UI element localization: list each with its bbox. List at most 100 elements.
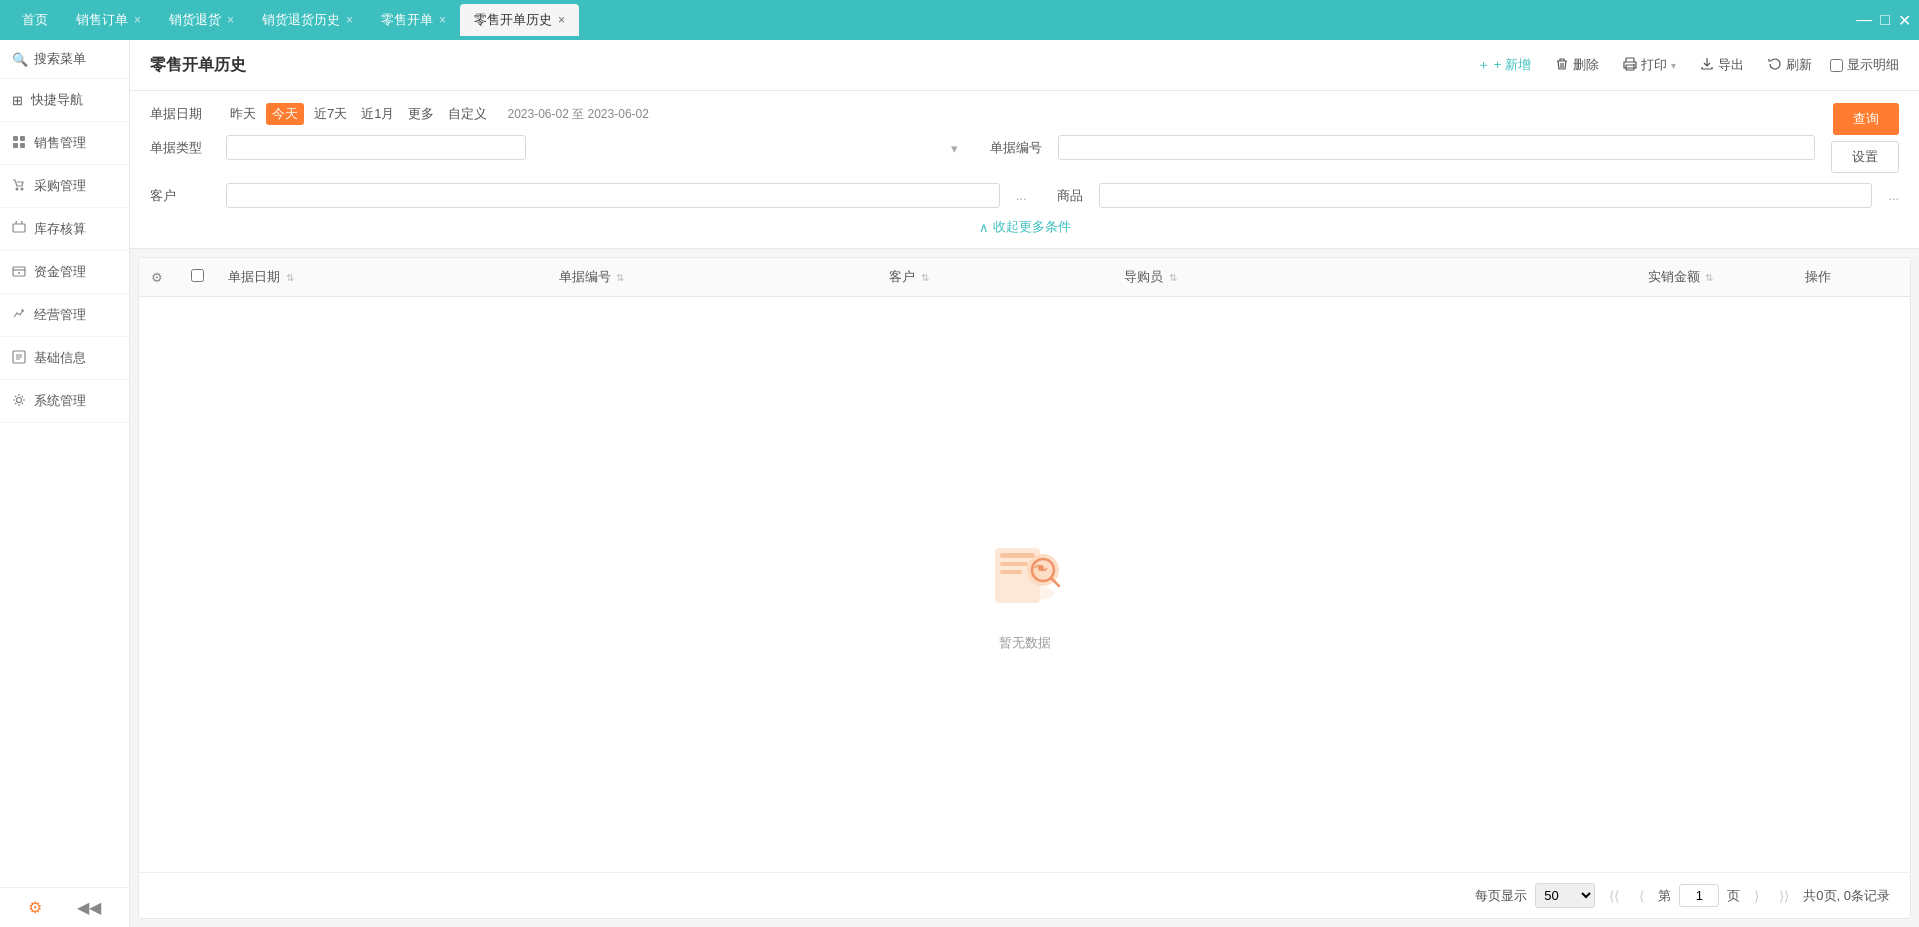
doc-no-input[interactable] <box>1058 135 1816 160</box>
add-icon: ＋ <box>1477 56 1490 74</box>
total-info: 共0页, 0条记录 <box>1803 887 1890 905</box>
refresh-button[interactable]: 刷新 <box>1762 52 1818 78</box>
close-icon[interactable]: ✕ <box>1898 11 1911 30</box>
date-more[interactable]: 更多 <box>404 103 438 125</box>
sidebar-item-sales-mgmt[interactable]: 销售管理 <box>0 122 129 165</box>
settings-bottom-icon[interactable]: ⚙ <box>28 898 42 917</box>
goods-ellipsis[interactable]: ... <box>1888 188 1899 203</box>
first-page-button[interactable]: ⟨⟨ <box>1603 886 1625 906</box>
th-salesperson[interactable]: 导购员 ⇅ <box>1112 258 1395 297</box>
show-detail-checkbox[interactable]: 显示明细 <box>1830 56 1899 74</box>
empty-illustration <box>975 518 1075 618</box>
date-last-month[interactable]: 近1月 <box>357 103 398 125</box>
th-date-label: 单据日期 <box>228 269 280 284</box>
tab-retail-open-close[interactable]: × <box>439 13 446 27</box>
tab-sales-return-history[interactable]: 销货退货历史 × <box>248 4 367 36</box>
delete-label: 删除 <box>1573 56 1599 74</box>
export-label: 导出 <box>1718 56 1744 74</box>
sidebar-item-system-label: 系统管理 <box>34 392 86 410</box>
th-no[interactable]: 单据编号 ⇅ <box>547 258 878 297</box>
sidebar-item-quick-nav[interactable]: ⊞ 快捷导航 <box>0 79 129 122</box>
tab-sales-return-history-close[interactable]: × <box>346 13 353 27</box>
print-icon <box>1623 57 1637 74</box>
show-detail-input[interactable] <box>1830 59 1843 72</box>
sidebar-item-operations[interactable]: 经营管理 <box>0 294 129 337</box>
date-today[interactable]: 今天 <box>266 103 304 125</box>
content-area: 零售开单历史 ＋ + 新增 删除 <box>130 40 1919 927</box>
doc-type-select[interactable] <box>226 135 526 160</box>
customer-ellipsis[interactable]: ... <box>1016 188 1027 203</box>
empty-state: 暂无数据 <box>139 297 1910 872</box>
sidebar-item-purchase-mgmt[interactable]: 采购管理 <box>0 165 129 208</box>
date-last7[interactable]: 近7天 <box>310 103 351 125</box>
print-button[interactable]: 打印 ▾ <box>1617 52 1682 78</box>
th-settings: ⚙ <box>139 258 179 297</box>
date-yesterday[interactable]: 昨天 <box>226 103 260 125</box>
sidebar-item-system[interactable]: 系统管理 <box>0 380 129 423</box>
export-button[interactable]: 导出 <box>1694 52 1750 78</box>
svg-rect-0 <box>13 136 18 141</box>
refresh-label: 刷新 <box>1786 56 1812 74</box>
pagination: 每页显示 10 20 50 100 ⟨⟨ ⟨ 第 页 ⟩ ⟩⟩ 共0页, 0条记… <box>139 872 1910 918</box>
print-label: 打印 <box>1641 56 1667 74</box>
settings-button[interactable]: 设置 <box>1831 141 1899 173</box>
collapse-sidebar-icon[interactable]: ◀◀ <box>77 898 101 917</box>
page-label: 第 <box>1658 887 1671 905</box>
maximize-icon[interactable]: □ <box>1880 11 1890 29</box>
next-page-button[interactable]: ⟩ <box>1748 886 1765 906</box>
th-customer[interactable]: 客户 ⇅ <box>877 258 1112 297</box>
sales-mgmt-icon <box>12 135 26 152</box>
prev-page-button[interactable]: ⟨ <box>1633 886 1650 906</box>
page-title: 零售开单历史 <box>150 55 246 76</box>
page-suffix: 页 <box>1727 887 1740 905</box>
table-settings-icon[interactable]: ⚙ <box>151 270 163 285</box>
per-page-select[interactable]: 10 20 50 100 <box>1535 883 1595 908</box>
sidebar-item-inventory[interactable]: 库存核算 <box>0 208 129 251</box>
sidebar-item-finance-label: 资金管理 <box>34 263 86 281</box>
doc-no-filter-label: 单据编号 <box>982 139 1042 157</box>
tab-retail-open[interactable]: 零售开单 × <box>367 4 460 36</box>
query-button[interactable]: 查询 <box>1833 103 1899 135</box>
tab-sales-order[interactable]: 销售订单 × <box>62 4 155 36</box>
last-page-button[interactable]: ⟩⟩ <box>1773 886 1795 906</box>
delete-button[interactable]: 删除 <box>1549 52 1605 78</box>
date-range-display: 2023-06-02 至 2023-06-02 <box>507 106 648 123</box>
sidebar-item-quick-nav-label: 快捷导航 <box>31 91 83 109</box>
collapse-filter-btn[interactable]: ∧ 收起更多条件 <box>150 218 1899 236</box>
sidebar-item-finance[interactable]: 资金管理 <box>0 251 129 294</box>
tab-sales-return[interactable]: 销货退货 × <box>155 4 248 36</box>
tab-sales-return-close[interactable]: × <box>227 13 234 27</box>
basic-info-icon <box>12 350 26 367</box>
tab-home[interactable]: 首页 <box>8 4 62 36</box>
th-date[interactable]: 单据日期 ⇅ <box>216 258 547 297</box>
page-number-input[interactable] <box>1679 884 1719 907</box>
sidebar-item-operations-label: 经营管理 <box>34 306 86 324</box>
sidebar-item-purchase-mgmt-label: 采购管理 <box>34 177 86 195</box>
sidebar-item-basic-info[interactable]: 基础信息 <box>0 337 129 380</box>
svg-point-10 <box>17 397 22 402</box>
minimize-icon[interactable]: — <box>1856 11 1872 29</box>
operations-icon <box>12 307 26 324</box>
svg-rect-11 <box>1626 58 1634 62</box>
th-customer-label: 客户 <box>889 269 915 284</box>
svg-rect-18 <box>1000 570 1022 574</box>
print-dropdown-icon: ▾ <box>1671 60 1676 71</box>
main-layout: 🔍 搜索菜单 ⊞ 快捷导航 销售管理 <box>0 40 1919 927</box>
svg-point-8 <box>18 272 20 274</box>
sidebar-search[interactable]: 🔍 搜索菜单 <box>0 40 129 79</box>
th-action-label: 操作 <box>1805 269 1831 284</box>
date-custom[interactable]: 自定义 <box>444 103 491 125</box>
add-label: + 新增 <box>1494 56 1531 74</box>
filter-area: 单据日期 昨天 今天 近7天 近1月 更多 自定义 2023-06-02 至 2… <box>130 91 1919 249</box>
customer-input[interactable] <box>226 183 1000 208</box>
tab-retail-history-close[interactable]: × <box>558 13 565 27</box>
goods-input[interactable] <box>1099 183 1873 208</box>
filter-row-date: 单据日期 昨天 今天 近7天 近1月 更多 自定义 2023-06-02 至 2… <box>150 103 1815 125</box>
select-all-checkbox[interactable] <box>191 269 204 282</box>
th-no-label: 单据编号 <box>559 269 611 284</box>
th-amount[interactable]: 实销金额 ⇅ <box>1395 258 1726 297</box>
tab-retail-history[interactable]: 零售开单历史 × <box>460 4 579 36</box>
tab-sales-order-close[interactable]: × <box>134 13 141 27</box>
tab-retail-history-label: 零售开单历史 <box>474 11 552 29</box>
add-button[interactable]: ＋ + 新增 <box>1471 52 1537 78</box>
